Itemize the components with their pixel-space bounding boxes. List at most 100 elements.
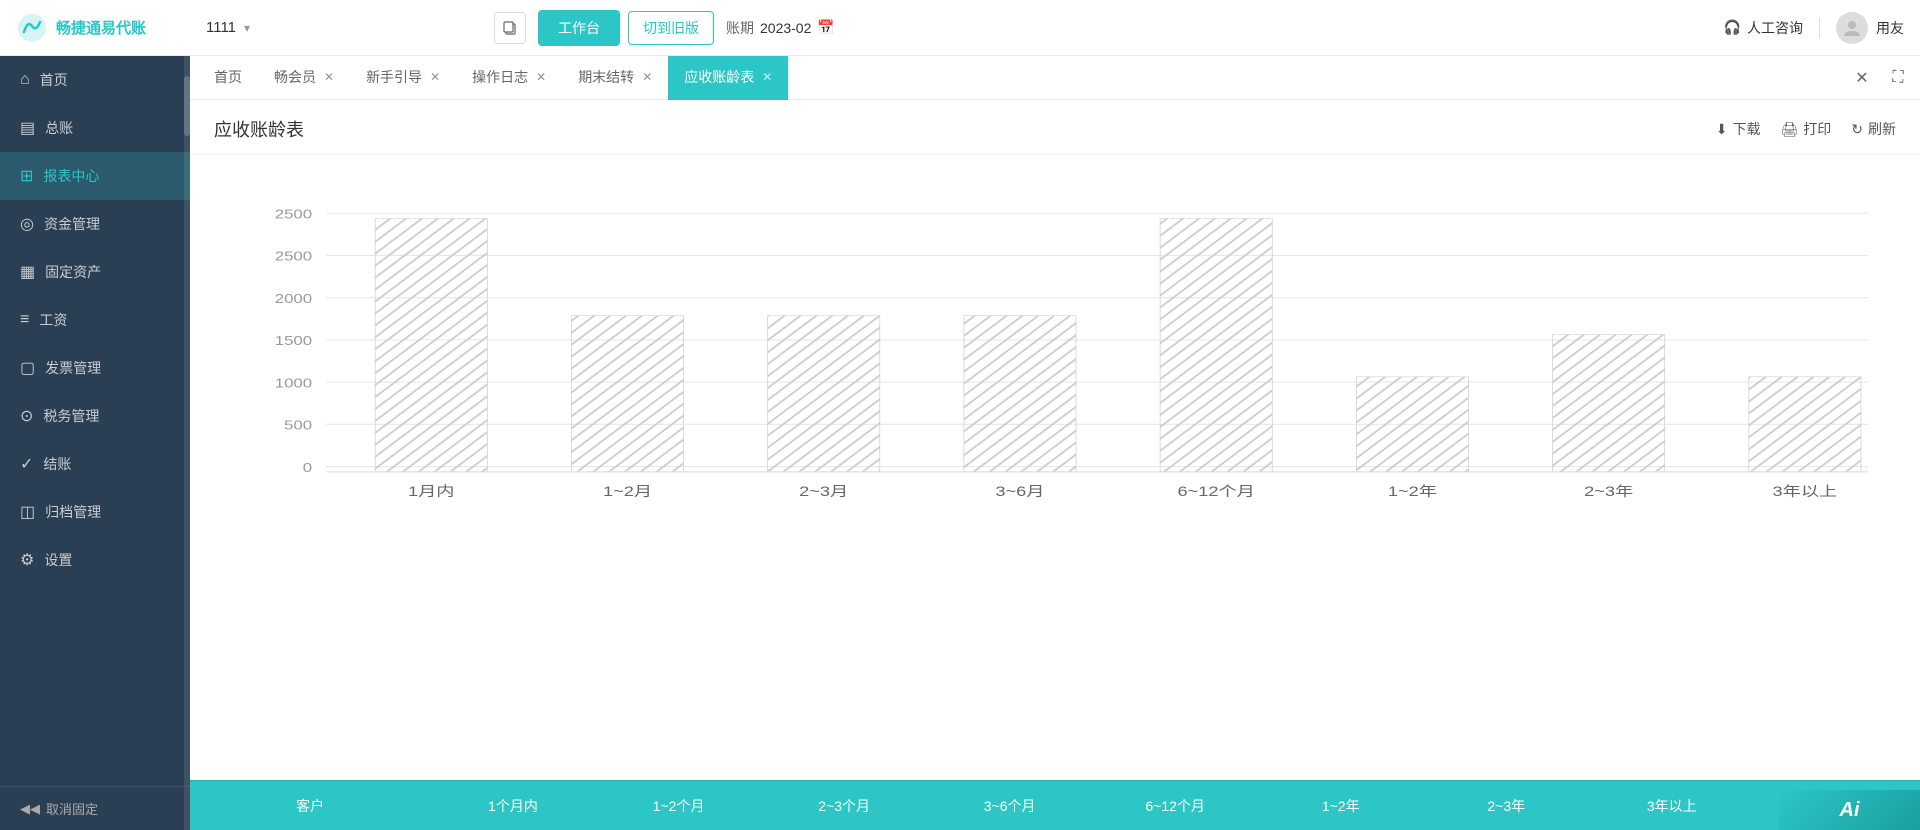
- sidebar-item-salary[interactable]: ≡ 工资: [0, 296, 190, 344]
- invoice-icon: ▢: [20, 358, 35, 378]
- svg-text:0: 0: [303, 462, 312, 476]
- tab-close-aging[interactable]: ✕: [762, 70, 772, 84]
- tab-label-home: 首页: [214, 67, 242, 87]
- consult-button[interactable]: 🎧 人工咨询: [1724, 18, 1803, 38]
- content-area: 首页畅会员✕新手引导✕操作日志✕期末结转✕应收账龄表✕ ✕ ⛶ 应收账龄表 ⬇ …: [190, 56, 1920, 830]
- sidebar-label-funds: 资金管理: [44, 214, 100, 234]
- sidebar-item-funds[interactable]: ◎ 资金管理: [0, 200, 190, 248]
- svg-text:1000: 1000: [275, 377, 312, 391]
- tab-aging[interactable]: 应收账龄表✕: [668, 56, 788, 100]
- svg-text:6~12个月: 6~12个月: [1177, 484, 1254, 499]
- refresh-icon: ↻: [1851, 121, 1863, 138]
- sidebar-item-invoice[interactable]: ▢ 发票管理: [0, 344, 190, 392]
- ai-badge[interactable]: Ai: [1779, 790, 1920, 830]
- tabs-actions: ✕ ⛶: [1848, 64, 1912, 92]
- sidebar-label-salary: 工资: [39, 310, 67, 330]
- sidebar-item-ledger[interactable]: ▤ 总账: [0, 104, 190, 152]
- table-header-4: 3~6个月: [927, 796, 1093, 816]
- switch-version-button[interactable]: 切到旧版: [628, 11, 714, 45]
- sidebar-item-archive[interactable]: ◫ 归档管理: [0, 488, 190, 536]
- copy-button[interactable]: [494, 12, 526, 44]
- workbench-button[interactable]: 工作台: [538, 10, 620, 46]
- table-header-0: 客户: [190, 796, 430, 816]
- svg-text:2000: 2000: [275, 293, 312, 307]
- tax-icon: ⊙: [20, 406, 33, 426]
- copy-icon: [502, 20, 518, 36]
- sidebar-item-tax[interactable]: ⊙ 税务管理: [0, 392, 190, 440]
- tab-log[interactable]: 操作日志 ✕: [456, 56, 562, 100]
- app-header: 畅捷通易代账 1111 ▾ 工作台 切到旧版 账期 2023-02 📅 🎧 人工…: [0, 0, 1920, 56]
- svg-text:2500: 2500: [275, 251, 312, 265]
- header-right: 🎧 人工咨询 用友: [1724, 12, 1904, 44]
- tab-period-end[interactable]: 期末结转 ✕: [562, 56, 668, 100]
- salary-icon: ≡: [20, 311, 29, 329]
- svg-text:500: 500: [284, 419, 312, 433]
- svg-text:1月内: 1月内: [408, 484, 455, 499]
- tab-guide[interactable]: 新手引导 ✕: [350, 56, 456, 100]
- company-name: 1111: [206, 19, 236, 36]
- tab-close-log[interactable]: ✕: [536, 70, 546, 84]
- sidebar-label-assets: 固定资产: [45, 262, 101, 282]
- logo-icon: [16, 12, 48, 44]
- chevron-down-icon: ▾: [244, 21, 250, 35]
- sidebar-label-settle: 结账: [43, 454, 71, 474]
- sidebar-item-reports[interactable]: ⊞ 报表中心: [0, 152, 190, 200]
- avatar: [1836, 12, 1868, 44]
- sidebar-scroll-thumb: [184, 76, 190, 136]
- assets-icon: ▦: [20, 262, 35, 282]
- sidebar-label-home: 首页: [40, 70, 68, 90]
- sidebar-item-settle[interactable]: ✓ 结账: [0, 440, 190, 488]
- table-header-6: 1~2年: [1258, 796, 1424, 816]
- unpin-label: 取消固定: [46, 799, 98, 818]
- page-title: 应收账龄表: [214, 116, 304, 142]
- close-tab-button[interactable]: ✕: [1848, 64, 1876, 92]
- sidebar-label-tax: 税务管理: [43, 406, 99, 426]
- sidebar-item-settings[interactable]: ⚙ 设置: [0, 536, 190, 584]
- table-header-7: 2~3年: [1423, 796, 1589, 816]
- table-header-5: 6~12个月: [1092, 796, 1258, 816]
- user-area[interactable]: 用友: [1836, 12, 1904, 44]
- table-header-3: 2~3个月: [761, 796, 927, 816]
- sidebar-item-home[interactable]: ⌂ 首页: [0, 56, 190, 104]
- table-header-8: 3年以上: [1589, 796, 1755, 816]
- tab-close-member[interactable]: ✕: [324, 70, 334, 84]
- settings-icon: ⚙: [20, 550, 34, 570]
- tab-label-member: 畅会员: [274, 67, 316, 87]
- logo-text: 畅捷通易代账: [56, 17, 146, 38]
- sidebar-footer[interactable]: ◀◀ 取消固定: [0, 786, 190, 830]
- logo-area: 畅捷通易代账: [16, 12, 206, 44]
- sidebar-item-assets[interactable]: ▦ 固定资产: [0, 248, 190, 296]
- calendar-icon[interactable]: 📅: [817, 19, 834, 36]
- bar-chart: 0 500 1000 1500 2000 2500 2500: [214, 171, 1896, 551]
- svg-text:2~3月: 2~3月: [799, 484, 848, 499]
- tab-home[interactable]: 首页: [198, 56, 258, 100]
- page-content: 应收账龄表 ⬇ 下载 🖨 打印 ↻ 刷新: [190, 100, 1920, 830]
- divider: [1819, 18, 1820, 38]
- tab-label-log: 操作日志: [472, 67, 528, 87]
- table-header: 客户1个月内1~2个月2~3个月3~6个月6~12个月1~2年2~3年3年以上合…: [190, 780, 1920, 830]
- svg-text:2~3年: 2~3年: [1584, 484, 1633, 499]
- tab-close-guide[interactable]: ✕: [430, 70, 440, 84]
- sidebar-label-archive: 归档管理: [45, 502, 101, 522]
- svg-text:1~2月: 1~2月: [603, 484, 652, 499]
- company-selector[interactable]: 1111 ▾: [206, 19, 486, 36]
- print-icon: 🖨: [1780, 121, 1798, 138]
- print-button[interactable]: 🖨 打印: [1780, 119, 1831, 139]
- svg-text:3年以上: 3年以上: [1773, 484, 1838, 499]
- refresh-button[interactable]: ↻ 刷新: [1851, 119, 1896, 139]
- svg-text:1500: 1500: [275, 335, 312, 349]
- tab-label-period-end: 期末结转: [578, 67, 634, 87]
- page-header: 应收账龄表 ⬇ 下载 🖨 打印 ↻ 刷新: [190, 100, 1920, 155]
- chart-container: 0 500 1000 1500 2000 2500 2500: [190, 155, 1920, 780]
- download-button[interactable]: ⬇ 下载: [1716, 119, 1761, 139]
- svg-text:1~2年: 1~2年: [1388, 484, 1437, 499]
- maximize-button[interactable]: ⛶: [1884, 64, 1912, 92]
- tab-member[interactable]: 畅会员 ✕: [258, 56, 350, 100]
- archive-icon: ◫: [20, 502, 35, 522]
- page-actions: ⬇ 下载 🖨 打印 ↻ 刷新: [1716, 119, 1896, 139]
- main-layout: ⌂ 首页▤ 总账⊞ 报表中心◎ 资金管理▦ 固定资产≡ 工资▢ 发票管理⊙ 税务…: [0, 56, 1920, 830]
- tab-close-period-end[interactable]: ✕: [642, 70, 652, 84]
- reports-icon: ⊞: [20, 166, 33, 186]
- tab-label-guide: 新手引导: [366, 67, 422, 87]
- sidebar-label-invoice: 发票管理: [45, 358, 101, 378]
